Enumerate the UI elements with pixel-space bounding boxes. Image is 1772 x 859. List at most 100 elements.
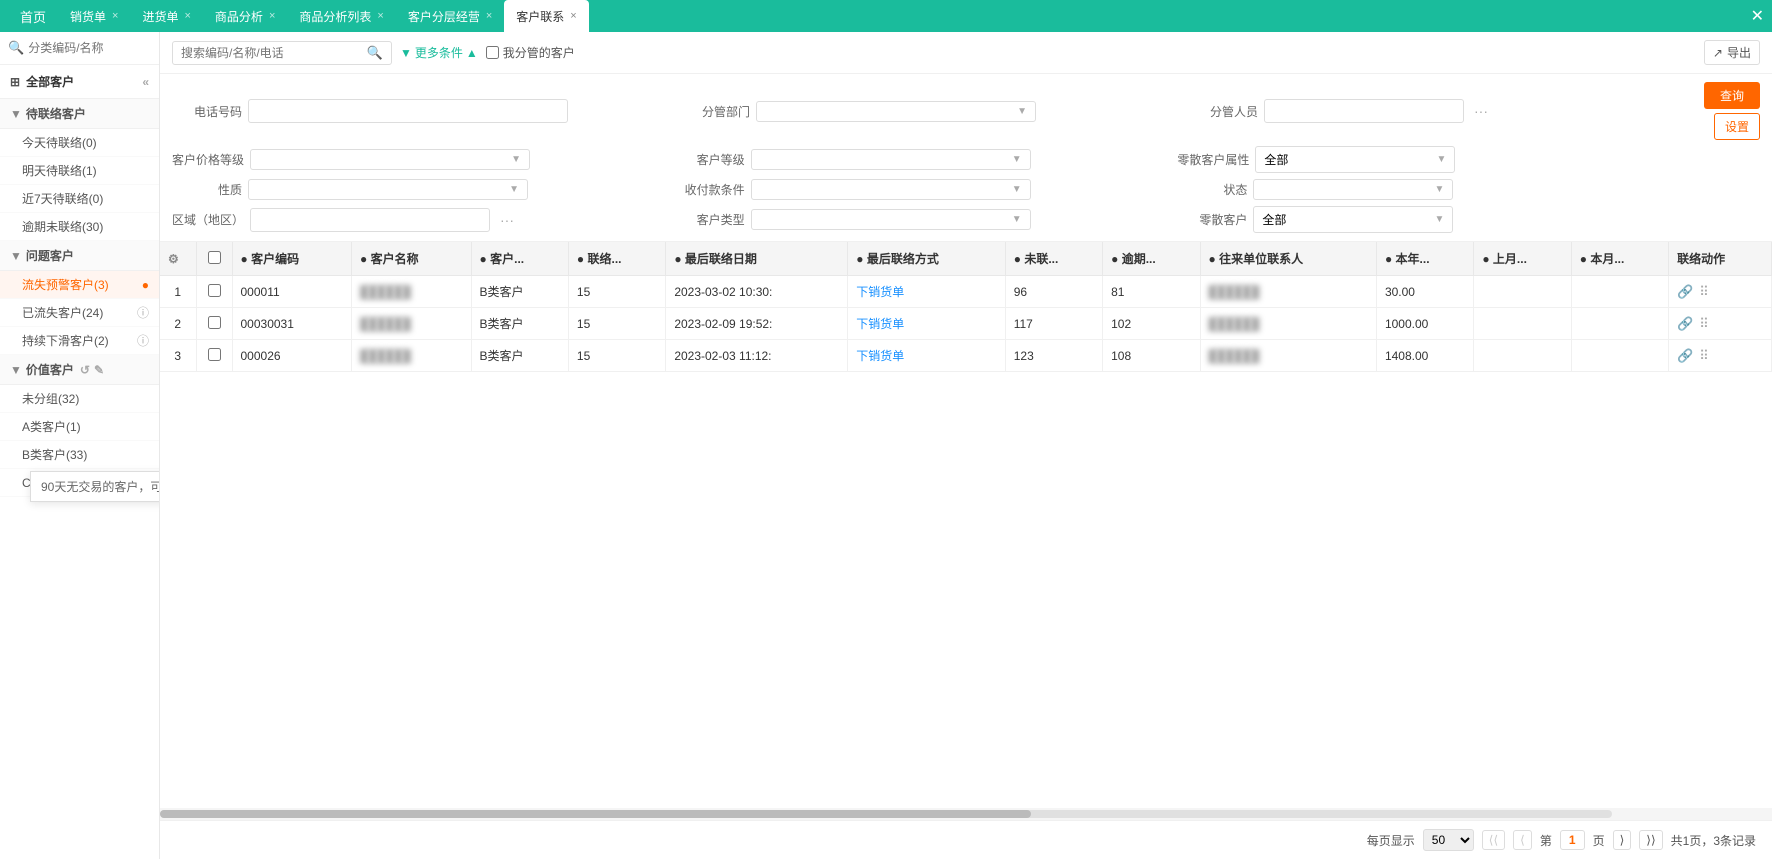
row-contact-person: ██████: [1200, 276, 1376, 308]
filter-label-region: 区域（地区）: [172, 211, 244, 228]
row-this-month: [1571, 340, 1668, 372]
filter-field-retail: 零散客户 全部 ▼: [1177, 206, 1680, 233]
tab-sales[interactable]: 销货单 ×: [58, 0, 130, 32]
row-checkbox[interactable]: [208, 284, 221, 297]
scrollbar-track[interactable]: [160, 810, 1612, 818]
sidebar-item-tomorrow[interactable]: 明天待联络(1): [0, 157, 159, 185]
action-link-icon[interactable]: 🔗: [1677, 316, 1693, 332]
last-method-link[interactable]: 下销货单: [856, 285, 904, 299]
tab-product-analysis[interactable]: 商品分析 ×: [203, 0, 287, 32]
sidebar-item-churned[interactable]: 已流失客户(24) ⓘ: [0, 299, 159, 327]
scrollbar-thumb[interactable]: [160, 810, 1031, 818]
action-link-icon[interactable]: 🔗: [1677, 284, 1693, 300]
sidebar-group-pending-title[interactable]: ▼ 待联络客户: [0, 99, 159, 129]
filter-input-region[interactable]: [250, 208, 490, 232]
search-input[interactable]: [181, 46, 367, 60]
col-checkbox-header[interactable]: [196, 242, 232, 276]
prev-page-btn[interactable]: ⟨: [1513, 830, 1532, 850]
col-settings[interactable]: ⚙: [160, 242, 196, 276]
last-method-link[interactable]: 下销货单: [856, 349, 904, 363]
row-checkbox[interactable]: [208, 348, 221, 361]
sidebar-item-today[interactable]: 今天待联络(0): [0, 129, 159, 157]
row-last-method[interactable]: 下销货单: [848, 340, 1005, 372]
close-tab-product-analysis-list[interactable]: ×: [377, 10, 383, 22]
sidebar-item-a-class[interactable]: A类客户(1): [0, 413, 159, 441]
filter-row-3: 性质 ▼ 收付款条件 ▼ 状态: [172, 179, 1760, 200]
sidebar-group-value-title[interactable]: ▼ 价值客户 ↺ ✎: [0, 355, 159, 385]
action-link-icon[interactable]: 🔗: [1677, 348, 1693, 364]
sidebar-group-problem-title[interactable]: ▼ 问题客户: [0, 241, 159, 271]
settings-col-icon[interactable]: ⚙: [168, 252, 179, 266]
sidebar-item-overdue[interactable]: 逾期未联络(30): [0, 213, 159, 241]
tab-customer-segment[interactable]: 客户分层经营 ×: [396, 0, 504, 32]
sidebar-root[interactable]: ⊞ 全部客户 «: [0, 65, 159, 99]
row-last-method[interactable]: 下销货单: [848, 308, 1005, 340]
select-all-checkbox[interactable]: [208, 251, 221, 264]
tab-product-analysis-list[interactable]: 商品分析列表 ×: [287, 0, 395, 32]
close-window-button[interactable]: ✕: [1751, 6, 1764, 26]
sidebar-item-churn-warning[interactable]: 流失预警客户(3) ●: [0, 271, 159, 299]
my-customer-checkbox[interactable]: 我分管的客户: [486, 44, 575, 61]
filter-select-payment[interactable]: ▼: [751, 179, 1031, 200]
close-tab-sales[interactable]: ×: [112, 10, 118, 22]
row-last-method[interactable]: 下销货单: [848, 276, 1005, 308]
sidebar-item-b-class[interactable]: B类客户(33): [0, 441, 159, 469]
filter-select-retail[interactable]: 全部 ▼: [1253, 206, 1453, 233]
sidebar-search-input[interactable]: [28, 41, 151, 55]
filter-field-dept: 分管部门 ▼: [680, 101, 1188, 122]
tab-home[interactable]: 首页: [8, 0, 58, 32]
filter-select-retail-attr[interactable]: 全部 ▼: [1255, 146, 1455, 173]
per-page-select[interactable]: 50 20 100: [1423, 829, 1474, 851]
tab-customer-contact[interactable]: 客户联系 ×: [504, 0, 588, 32]
last-page-btn[interactable]: ⟩⟩: [1639, 830, 1662, 850]
close-tab-purchase[interactable]: ×: [184, 10, 190, 22]
sidebar-item-declining[interactable]: 持续下滑客户(2) ⓘ: [0, 327, 159, 355]
first-page-btn[interactable]: ⟨⟨: [1482, 830, 1505, 850]
action-grid-icon[interactable]: ⠿: [1699, 348, 1709, 364]
close-tab-customer-contact[interactable]: ×: [570, 10, 576, 22]
close-tab-product-analysis[interactable]: ×: [269, 10, 275, 22]
export-button[interactable]: ↗ 导出: [1704, 40, 1760, 65]
page-label: 第: [1540, 832, 1552, 849]
row-checkbox-cell[interactable]: [196, 276, 232, 308]
filter-more-btn[interactable]: ▼ 更多条件 ▲: [400, 44, 478, 61]
filter-select-dept[interactable]: ▼: [756, 101, 1036, 122]
search-icon[interactable]: 🔍: [367, 45, 383, 61]
next-page-btn[interactable]: ⟩: [1613, 830, 1632, 850]
filter-select-price-level[interactable]: ▼: [250, 149, 530, 170]
tab-purchase[interactable]: 进货单 ×: [130, 0, 202, 32]
row-checkbox-cell[interactable]: [196, 308, 232, 340]
row-name: ██████: [352, 276, 472, 308]
filter-label-person: 分管人员: [1188, 103, 1258, 120]
filter-select-customer-level[interactable]: ▼: [751, 149, 1031, 170]
filter-select-customer-type[interactable]: ▼: [751, 209, 1031, 230]
close-tab-customer-segment[interactable]: ×: [486, 10, 492, 22]
sidebar-item-7days[interactable]: 近7天待联络(0): [0, 185, 159, 213]
filter-input-phone[interactable]: [248, 99, 568, 123]
filter-select-nature[interactable]: ▼: [248, 179, 528, 200]
row-this-year: 1408.00: [1376, 340, 1473, 372]
row-checkbox-cell[interactable]: [196, 340, 232, 372]
refresh-icon[interactable]: ↺: [80, 363, 90, 377]
filter-input-person[interactable]: [1264, 99, 1464, 123]
chevron-down-icon-5: ▼: [509, 184, 519, 195]
more-dots-icon[interactable]: ···: [1470, 103, 1492, 119]
query-button[interactable]: 查询: [1704, 82, 1760, 109]
filter-select-status[interactable]: ▼: [1253, 179, 1453, 200]
col-contact-person-header: ● 往来单位联系人: [1200, 242, 1376, 276]
sidebar-item-ungroup[interactable]: 未分组(32): [0, 385, 159, 413]
action-grid-icon[interactable]: ⠿: [1699, 316, 1709, 332]
col-this-year-header: ● 本年...: [1376, 242, 1473, 276]
my-customer-check[interactable]: [486, 46, 499, 59]
row-actions: 🔗 ⠿: [1669, 308, 1772, 340]
settings-button[interactable]: 设置: [1714, 113, 1760, 140]
filter-label-status: 状态: [1177, 181, 1247, 198]
row-checkbox[interactable]: [208, 316, 221, 329]
last-method-link[interactable]: 下销货单: [856, 317, 904, 331]
export-icon: ↗: [1713, 46, 1723, 60]
collapse-icon[interactable]: «: [142, 75, 149, 89]
edit-icon[interactable]: ✎: [94, 363, 104, 377]
action-grid-icon[interactable]: ⠿: [1699, 284, 1709, 300]
filter-field-nature: 性质 ▼: [172, 179, 675, 200]
more-dots-icon-2[interactable]: ···: [496, 212, 518, 228]
